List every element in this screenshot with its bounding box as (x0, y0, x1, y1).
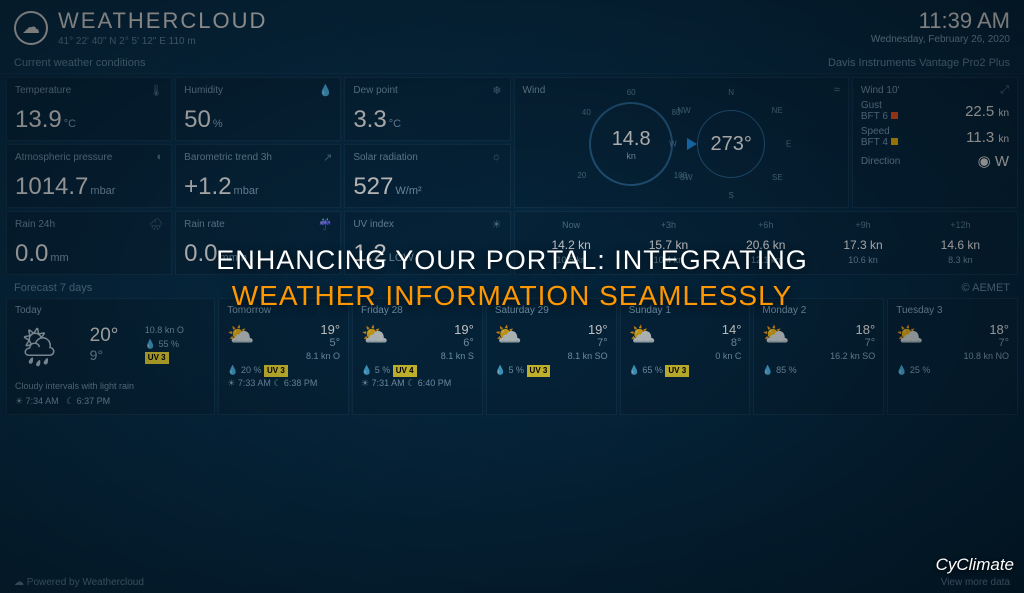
gauge-icon: ◐ (157, 151, 164, 163)
trend-icon: ↗ (323, 151, 332, 164)
wind-direction-gauge: 273° (689, 102, 773, 186)
sun-icon: ☼ (491, 151, 501, 163)
hourly-col: +6h20.6 kn12.1 kn (717, 220, 814, 265)
watermark: CyClimate (936, 555, 1014, 575)
card-rain24[interactable]: Rain 24h🌧 0.0mm (6, 211, 172, 275)
card-wind[interactable]: Wind≈ 60 40 80 20 100 14.8kn N NE E (514, 77, 849, 208)
clock-date: Wednesday, February 26, 2020 (871, 34, 1010, 45)
hourly-col: +9h17.3 kn10.6 kn (814, 220, 911, 265)
card-wind10[interactable]: Wind 10'⤢ GustBFT 622.5 kn SpeedBFT 411.… (852, 77, 1018, 208)
weather-icon: 🌦 (15, 326, 86, 370)
forecast-day[interactable]: Sunday 1 ⛅ 14°8° 0 kn C 💧 65 % UV 3 (620, 298, 751, 415)
hourly-col: +12h14.6 kn8.3 kn (912, 220, 1009, 265)
card-humidity[interactable]: Humidity💧 50% (175, 77, 341, 141)
device-name: Davis Instruments Vantage Pro2 Plus (828, 57, 1010, 69)
section-bar: Current weather conditions Davis Instrum… (0, 53, 1024, 74)
thermometer-icon: 🌡 (149, 84, 163, 97)
weather-icon: ⛅ (896, 322, 923, 348)
uv-icon: ☀ (492, 218, 502, 231)
card-temperature[interactable]: Temperature🌡 13.9°C (6, 77, 172, 141)
forecast-header: Forecast 7 days© AEMET (0, 278, 1024, 298)
wind-speed-gauge: 14.8kn (589, 102, 673, 186)
card-barotrend[interactable]: Barometric trend 3h↗ +1.2mbar (175, 144, 341, 208)
expand-icon[interactable]: ⤢ (1000, 84, 1009, 97)
card-uv[interactable]: UV index☀ 1.2LOW (344, 211, 510, 275)
forecast-day[interactable]: Friday 28 ⛅ 19°6° 8.1 kn S 💧 5 % UV 4 ☀ … (352, 298, 483, 415)
hourly-col: Now14.2 kn10.5 kn (523, 220, 620, 265)
hourly-col: +3h15.7 kn10.4 kn (620, 220, 717, 265)
rain-icon: 🌧 (149, 218, 163, 231)
weather-icon: ⛅ (762, 322, 789, 348)
section-title: Current weather conditions (14, 57, 145, 69)
forecast-day[interactable]: Tuesday 3 ⛅ 18°7° 10.8 kn NO 💧 25 % (887, 298, 1018, 415)
forecast-today[interactable]: Today 🌦 20°9° 10.8 kn O💧 55 %UV 3 Cloudy… (6, 298, 215, 415)
forecast-day[interactable]: Tomorrow ⛅ 19°5° 8.1 kn O 💧 20 % UV 3 ☀ … (218, 298, 349, 415)
weather-icon: ⛅ (227, 322, 254, 348)
station-coords: 41° 22' 40" N 2° 5' 12" E 110 m (58, 36, 267, 47)
brand-name: WEATHERCLOUD (58, 8, 267, 34)
forecast-day[interactable]: Monday 2 ⛅ 18°7° 16.2 kn SO 💧 85 % (753, 298, 884, 415)
header: ☁ WEATHERCLOUD 41° 22' 40" N 2° 5' 12" E… (0, 0, 1024, 53)
card-pressure[interactable]: Atmospheric pressure◐ 1014.7mbar (6, 144, 172, 208)
droplet-icon: 💧 (319, 84, 333, 97)
weather-icon: ⛅ (361, 322, 388, 348)
view-more-link[interactable]: View more data (941, 577, 1010, 588)
footer: ☁ Powered by Weathercloud View more data (0, 572, 1024, 593)
card-solar[interactable]: Solar radiation☼ 527W/m² (344, 144, 510, 208)
forecast-day[interactable]: Saturday 29 ⛅ 19°7° 8.1 kn SO 💧 5 % UV 3 (486, 298, 617, 415)
weather-icon: ⛅ (629, 322, 656, 348)
wind-icon: ≈ (834, 84, 840, 96)
card-rainrate[interactable]: Rain rate☔ 0.0mm/h (175, 211, 341, 275)
card-dewpoint[interactable]: Dew point❄ 3.3°C (344, 77, 510, 141)
clock-time: 11:39 AM (871, 8, 1010, 34)
rainrate-icon: ☔ (319, 218, 333, 231)
card-hourly-wind[interactable]: Now14.2 kn10.5 kn+3h15.7 kn10.4 kn+6h20.… (514, 211, 1019, 275)
logo-icon: ☁ (14, 11, 48, 45)
dew-icon: ❄ (492, 84, 501, 97)
weather-icon: ⛅ (495, 322, 522, 348)
cloud-icon: ☁ (14, 577, 24, 588)
